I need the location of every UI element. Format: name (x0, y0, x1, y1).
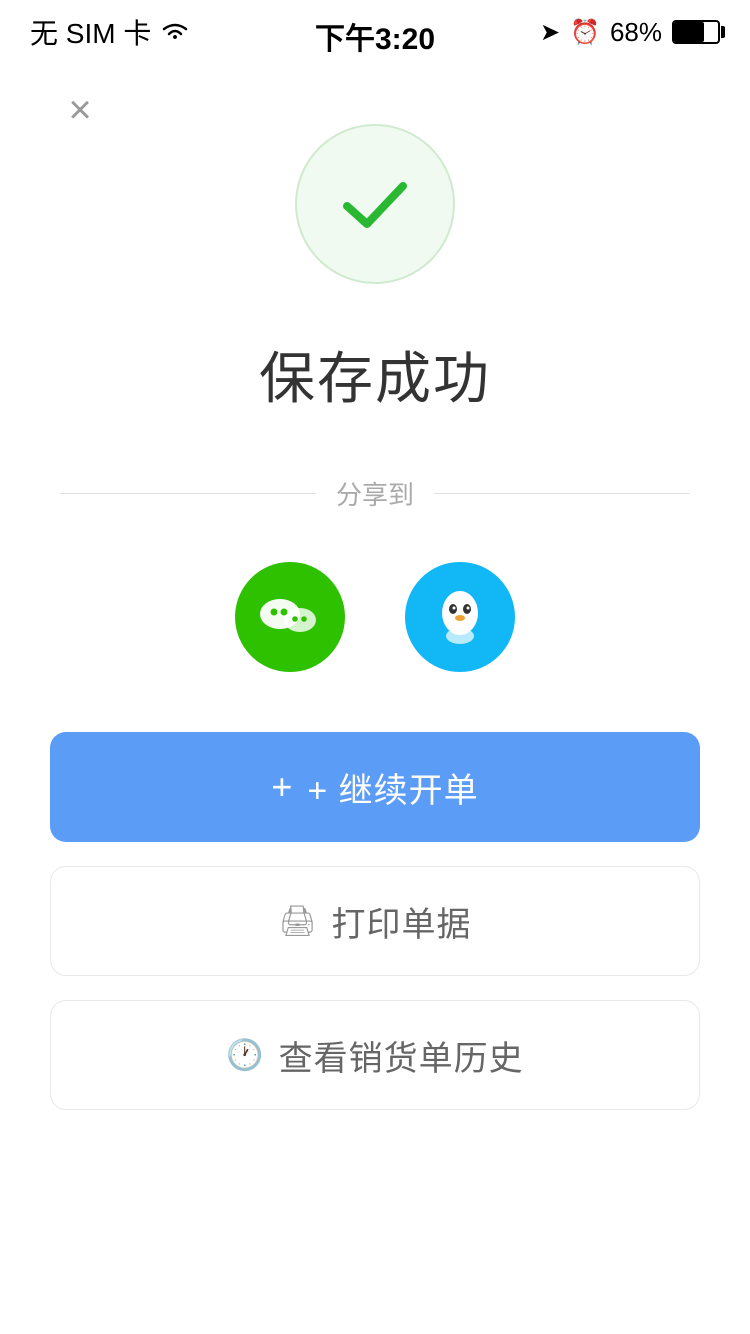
divider-line-left (60, 493, 316, 494)
share-divider-row: 分享到 (0, 475, 750, 512)
buttons-section: + + 继续开单 🖨 打印单据 🕐 查看销货单历史 (0, 732, 750, 1110)
qq-icon (428, 585, 492, 649)
success-icon-wrap (295, 124, 455, 284)
sim-label: 无 SIM 卡 (30, 12, 151, 52)
close-icon: × (68, 88, 91, 133)
divider-line-right (434, 493, 690, 494)
status-bar-time: 下午3:20 (315, 14, 435, 58)
history-icon: 🕐 (226, 1038, 264, 1073)
share-wechat-button[interactable] (235, 562, 345, 672)
close-button[interactable]: × (50, 80, 110, 140)
share-icons-row (235, 562, 515, 672)
battery-pct: 68% (610, 17, 662, 48)
alarm-icon: ⏰ (570, 18, 600, 47)
main-content: 保存成功 分享到 (0, 64, 750, 1110)
print-icon: 🖨 (278, 904, 317, 939)
share-label: 分享到 (336, 475, 414, 512)
status-bar-left: 无 SIM 卡 (30, 12, 189, 52)
status-bar: 无 SIM 卡 下午3:20 ➤ ⏰ 68% (0, 0, 750, 64)
wechat-icon (258, 590, 322, 644)
history-button[interactable]: 🕐 查看销货单历史 (50, 1000, 700, 1110)
print-label: 打印单据 (332, 897, 472, 946)
continue-button[interactable]: + + 继续开单 (50, 732, 700, 842)
checkmark-icon (335, 164, 415, 244)
continue-label: + 继续开单 (307, 763, 478, 812)
share-qq-button[interactable] (405, 562, 515, 672)
continue-plus-icon: + (271, 766, 293, 808)
print-button[interactable]: 🖨 打印单据 (50, 866, 700, 976)
wifi-icon (161, 21, 189, 43)
status-bar-right: ➤ ⏰ 68% (540, 17, 720, 48)
share-section: 分享到 (0, 475, 750, 672)
success-title: 保存成功 (259, 334, 491, 415)
battery-bar (672, 20, 720, 44)
location-icon: ➤ (540, 18, 560, 47)
history-label: 查看销货单历史 (279, 1031, 524, 1080)
